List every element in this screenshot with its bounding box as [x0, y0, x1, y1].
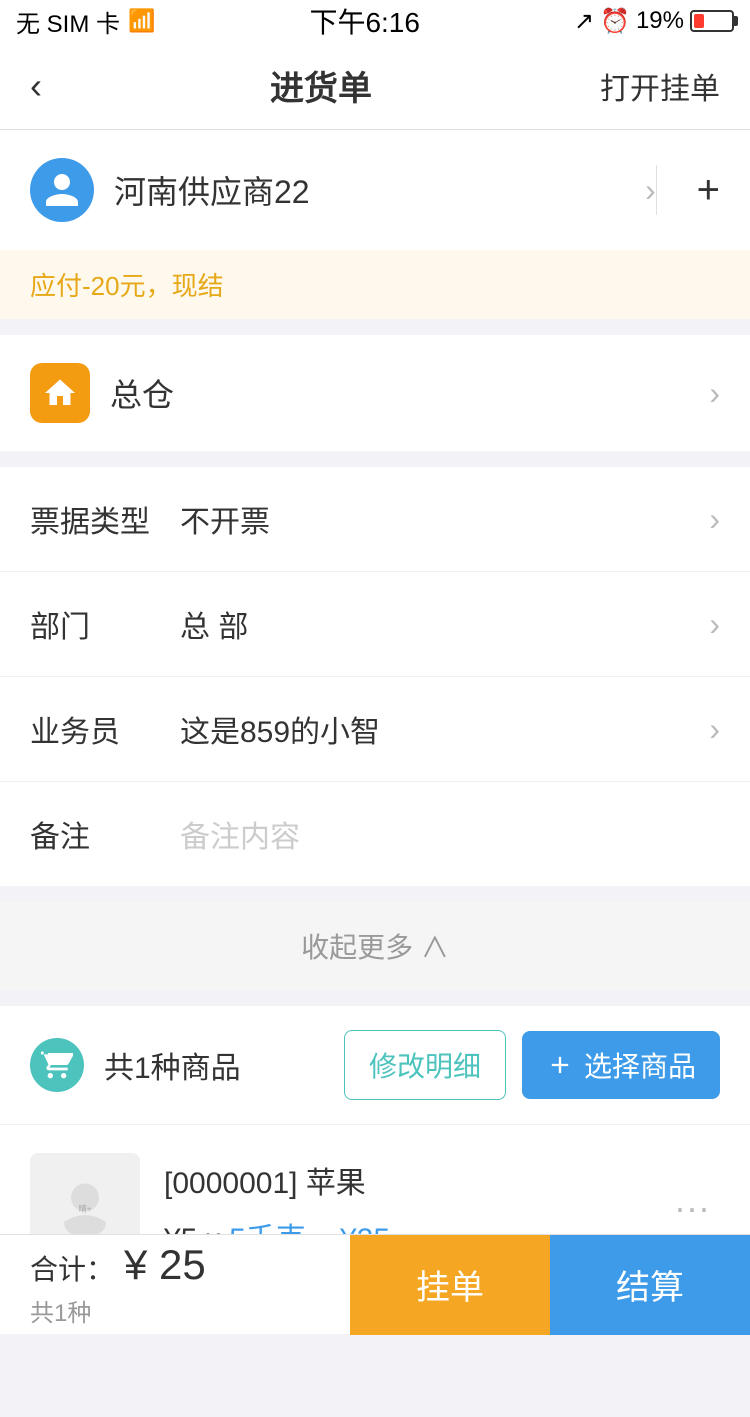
collapse-bar[interactable]: 收起更多 ∧: [0, 902, 750, 990]
supplier-chevron-icon: ›: [645, 172, 656, 209]
department-chevron: ›: [709, 606, 720, 643]
status-bar: 无 SIM 卡 📶 下午6:16 ↗ ⏰ 19%: [0, 0, 750, 42]
supplier-section: 河南供应商22 › +: [0, 130, 750, 250]
salesperson-chevron: ›: [709, 711, 720, 748]
total-section: 合计： ¥ 25 共1种: [0, 1241, 350, 1328]
product-count-label: 共1种商品: [104, 1043, 344, 1087]
open-pending-button[interactable]: 打开挂单: [600, 64, 720, 108]
home-icon: [42, 375, 78, 411]
alarm-icon: ⏰: [600, 7, 630, 36]
hang-order-button[interactable]: 挂单: [350, 1235, 550, 1335]
invoice-type-row[interactable]: 票据类型 不开票 ›: [0, 467, 750, 572]
invoice-type-chevron: ›: [709, 501, 720, 538]
product-placeholder-icon: 晴+: [50, 1173, 120, 1243]
person-icon: [42, 170, 82, 210]
checkout-button[interactable]: 结算: [550, 1235, 750, 1335]
alert-banner: 应付-20元，现结: [0, 250, 750, 319]
nav-bar: ‹ 进货单 打开挂单: [0, 42, 750, 130]
department-value: 总 部: [150, 602, 709, 646]
salesperson-value: 这是859的小智: [150, 707, 709, 751]
salesperson-row[interactable]: 业务员 这是859的小智 ›: [0, 677, 750, 782]
supplier-name: 河南供应商22: [114, 167, 645, 213]
product-title: 苹果: [306, 1167, 366, 1200]
status-right: ↗ ⏰ 19%: [574, 7, 734, 36]
more-options-button[interactable]: ···: [664, 1187, 720, 1229]
total-row: 合计： ¥ 25: [30, 1241, 320, 1289]
warehouse-chevron-icon: ›: [709, 375, 720, 412]
salesperson-label: 业务员: [30, 707, 150, 751]
wifi-icon: 📶: [128, 8, 155, 34]
battery-percent: 19%: [636, 7, 684, 35]
warehouse-name: 总仓: [110, 370, 709, 416]
back-button[interactable]: ‹: [30, 65, 42, 107]
add-supplier-button[interactable]: +: [697, 168, 720, 213]
bottom-bar: 合计： ¥ 25 共1种 挂单 结算: [0, 1234, 750, 1334]
carrier-label: 无 SIM 卡: [16, 4, 120, 39]
form-section: 票据类型 不开票 › 部门 总 部 › 业务员 这是859的小智 › 备注 备注…: [0, 467, 750, 886]
modify-detail-button[interactable]: 修改明细: [344, 1030, 506, 1100]
supplier-divider: [656, 165, 657, 215]
warehouse-row[interactable]: 总仓 ›: [0, 335, 750, 451]
time-label: 下午6:16: [309, 1, 420, 41]
remark-input[interactable]: 备注内容: [150, 812, 720, 856]
supplier-avatar: [30, 158, 94, 222]
status-left: 无 SIM 卡 📶: [16, 4, 155, 39]
select-product-label: 选择商品: [584, 1045, 696, 1085]
supplier-row[interactable]: 河南供应商22 › +: [0, 130, 750, 250]
total-count: 共1种: [30, 1293, 320, 1328]
cart-icon-bg: [30, 1038, 84, 1092]
total-amount: ¥ 25: [124, 1241, 206, 1289]
remark-row[interactable]: 备注 备注内容: [0, 782, 750, 886]
product-header: 共1种商品 修改明细 选择商品: [0, 1006, 750, 1125]
add-cart-icon: [546, 1051, 574, 1079]
department-label: 部门: [30, 602, 150, 646]
battery-icon: [690, 10, 734, 32]
location-icon: ↗: [574, 7, 594, 36]
invoice-type-value: 不开票: [150, 497, 709, 541]
select-product-button[interactable]: 选择商品: [522, 1031, 720, 1099]
cart-icon: [41, 1049, 73, 1081]
warehouse-icon-bg: [30, 363, 90, 423]
department-row[interactable]: 部门 总 部 ›: [0, 572, 750, 677]
page-title: 进货单: [270, 61, 372, 110]
warehouse-section: 总仓 ›: [0, 335, 750, 451]
svg-text:晴+: 晴+: [78, 1204, 91, 1214]
total-label: 合计：: [30, 1248, 114, 1288]
invoice-type-label: 票据类型: [30, 497, 150, 541]
product-code: [0000001]: [164, 1167, 297, 1200]
remark-label: 备注: [30, 812, 150, 856]
product-name: [0000001] 苹果: [164, 1158, 664, 1202]
